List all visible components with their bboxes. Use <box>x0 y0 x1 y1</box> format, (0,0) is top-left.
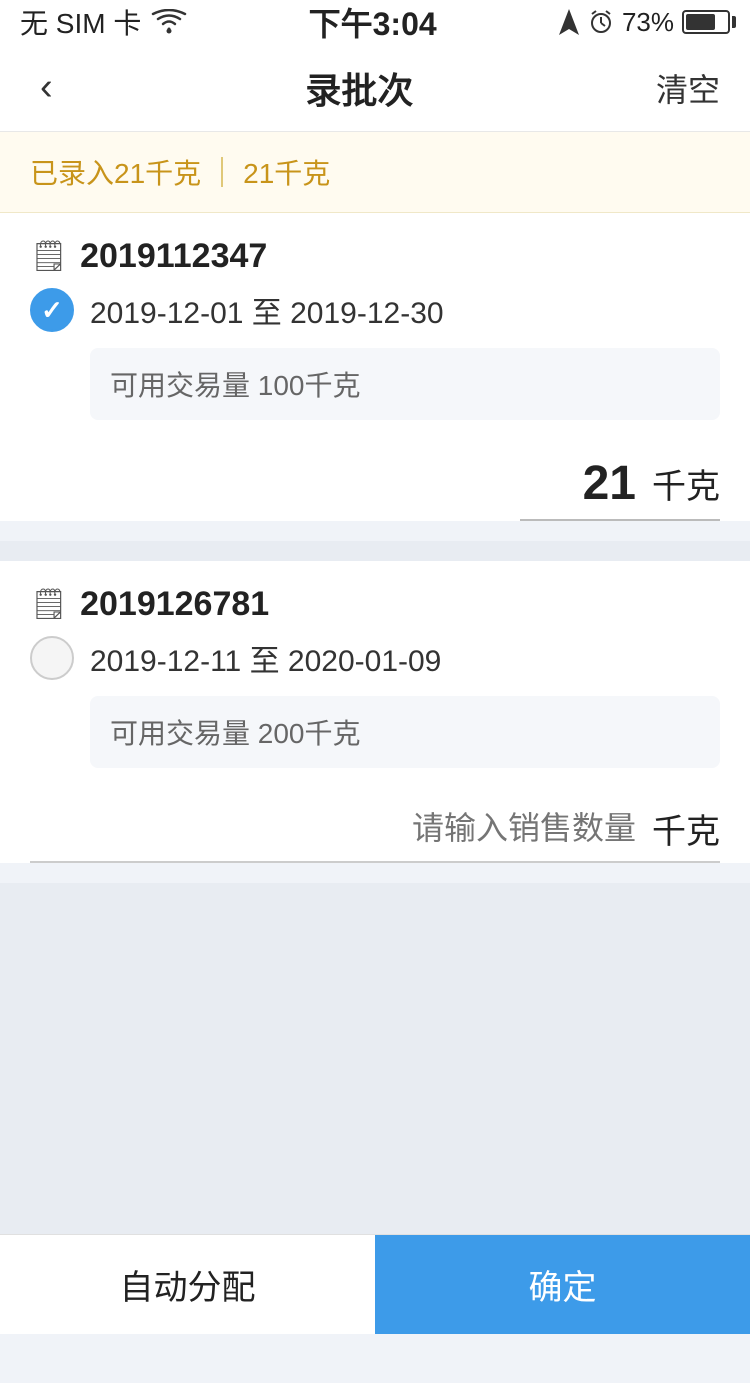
status-time: 下午3:04 <box>309 0 437 45</box>
status-left: 无 SIM 卡 <box>20 2 187 42</box>
quantity-input-2[interactable] <box>236 810 636 847</box>
alarm-icon <box>588 9 614 35</box>
batch-radio-2[interactable] <box>30 636 74 680</box>
wifi-icon <box>151 9 187 35</box>
total-label: 21千克 <box>243 152 330 192</box>
qty-unit-2: 千克 <box>652 804 720 853</box>
nav-bar: ‹ 录批次 清空 <box>0 44 750 132</box>
recorded-label: 已录入21千克 <box>30 152 201 192</box>
batch-card-2: 🗒 2019126781 2019-12-11 至 2020-01-09 可用交… <box>0 561 750 863</box>
batch-date-1: 2019-12-01 至 2019-12-30 <box>90 288 444 332</box>
auto-distribute-button[interactable]: 自动分配 <box>0 1235 375 1334</box>
batch-header-2: 🗒 2019126781 <box>30 585 720 624</box>
status-bar: 无 SIM 卡 下午3:04 73% <box>0 0 750 44</box>
back-button[interactable]: ‹ <box>30 56 63 119</box>
batch-icon-2: 🗒 <box>30 587 68 622</box>
amount-value-1: 21 <box>583 456 636 511</box>
amount-unit-1: 千克 <box>652 459 720 508</box>
batch-id-2: 2019126781 <box>80 585 269 624</box>
batch-radio-1[interactable] <box>30 288 74 332</box>
info-divider <box>221 157 223 187</box>
bottom-bar: 自动分配 确定 <box>0 1234 750 1334</box>
batch-id-1: 2019112347 <box>80 237 267 276</box>
batch-date-2: 2019-12-11 至 2020-01-09 <box>90 636 441 680</box>
battery-icon <box>682 10 730 34</box>
section-divider <box>0 541 750 561</box>
input-row-2: 千克 <box>0 788 750 853</box>
amount-row-1: 21 千克 <box>0 440 750 511</box>
info-banner: 已录入21千克 21千克 <box>0 132 750 213</box>
carrier-label: 无 SIM 卡 <box>20 2 141 42</box>
batch-card-1: 🗒 2019112347 2019-12-01 至 2019-12-30 可用交… <box>0 213 750 521</box>
batch-date-row-1: 2019-12-01 至 2019-12-30 <box>30 288 720 332</box>
confirm-button[interactable]: 确定 <box>375 1235 750 1334</box>
clear-button[interactable]: 清空 <box>656 65 720 111</box>
gray-area <box>0 883 750 1283</box>
page-title: 录批次 <box>305 62 413 114</box>
batch-item-1: 🗒 2019112347 2019-12-01 至 2019-12-30 可用交… <box>0 213 750 440</box>
batch-icon-1: 🗒 <box>30 239 68 274</box>
batch-date-row-2: 2019-12-11 至 2020-01-09 <box>30 636 720 680</box>
status-right: 73% <box>558 7 730 38</box>
avail-box-2: 可用交易量 200千克 <box>90 696 720 768</box>
avail-box-1: 可用交易量 100千克 <box>90 348 720 420</box>
battery-label: 73% <box>622 7 674 38</box>
batch-item-2: 🗒 2019126781 2019-12-11 至 2020-01-09 可用交… <box>0 561 750 788</box>
location-icon <box>558 8 580 36</box>
batch-header-1: 🗒 2019112347 <box>30 237 720 276</box>
